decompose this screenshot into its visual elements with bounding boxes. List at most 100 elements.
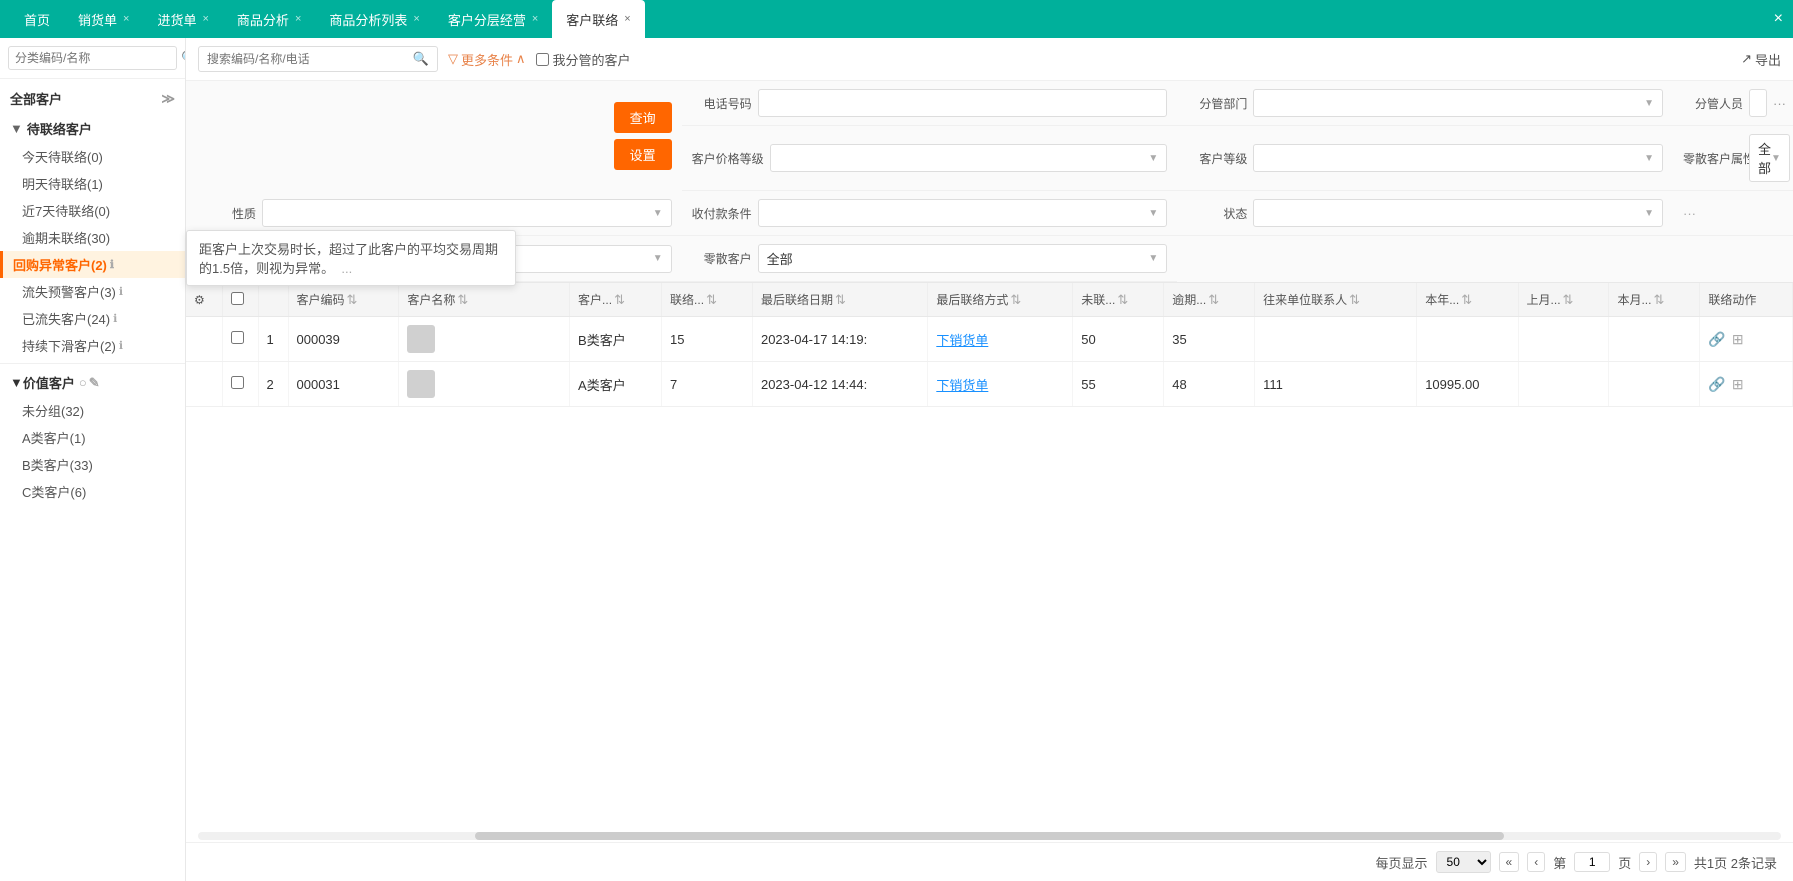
scatter-attr-select[interactable]: 全部 ▼ [1749,134,1790,182]
filter-dots-row: ··· [1673,191,1793,236]
customer-grade-select[interactable]: ▼ [1253,144,1663,172]
payment-select[interactable]: ▼ [758,199,1168,227]
col-this-month[interactable]: 本月...⇅ [1609,283,1700,317]
close-product-list-tab[interactable]: × [413,13,419,25]
nav-home[interactable]: 首页 [10,0,64,38]
expand-more-icon[interactable]: ··· [1683,206,1696,221]
col-history-contacts[interactable]: 往来单位联系人⇅ [1255,283,1417,317]
declining-info-icon[interactable]: ℹ [119,339,123,352]
col-uncontacted[interactable]: 未联...⇅ [1073,283,1164,317]
sidebar-pending-group[interactable]: ▼ 待联络客户 [0,114,185,143]
sidebar: 🔍 全部客户 ≫ ▼ 待联络客户 今天待联络(0) 明天待联络(1) 近7天待联… [0,38,186,881]
cell-actions-2: 🔗 ⊞ [1700,362,1793,407]
sidebar-item-abnormal[interactable]: 回购异常客户(2) ℹ [0,251,185,278]
nav-product-list[interactable]: 商品分析列表 × [315,0,433,38]
sidebar-item-7days[interactable]: 近7天待联络(0) [0,197,185,224]
next-page-btn[interactable]: › [1639,852,1657,872]
sidebar-item-loss-warning[interactable]: 流失预警客户(3) ℹ [0,278,185,305]
table-horizontal-scrollbar[interactable] [198,832,1781,840]
col-code[interactable]: 客户编码⇅ [288,283,399,317]
manager-dots[interactable]: ··· [1773,96,1786,111]
col-contact-count[interactable]: 联络...⇅ [662,283,753,317]
top-nav: 首页 销货单 × 进货单 × 商品分析 × 商品分析列表 × 客户分层经营 × … [0,0,1793,38]
export-button[interactable]: ↗ 导出 [1741,50,1781,69]
col-last-contact-date[interactable]: 最后联络日期⇅ [752,283,927,317]
sidebar-item-today[interactable]: 今天待联络(0) [0,143,185,170]
sidebar-item-c-class[interactable]: C类客户(6) [0,478,185,505]
page-number-input[interactable] [1574,852,1610,872]
scatter-customer-select[interactable]: 全部 ▼ [758,244,1168,273]
action-grid-icon-1[interactable]: ⊞ [1732,331,1744,348]
nav-customer-layer[interactable]: 客户分层经营 × [434,0,552,38]
manager-select[interactable] [1749,89,1767,117]
abnormal-info-icon[interactable]: ℹ [110,258,114,271]
col-last-contact-method[interactable]: 最后联络方式⇅ [928,283,1073,317]
table-body: 1 000039 B类客户 [186,317,1793,407]
close-customer-contact-tab[interactable]: × [624,13,630,25]
cell-history-1 [1255,317,1417,362]
action-link-icon-1[interactable]: 🔗 [1708,331,1725,348]
row-checkbox-1[interactable] [231,331,244,344]
sidebar-search-input[interactable] [8,46,177,70]
settings-button[interactable]: 设置 [614,139,672,170]
nav-purchase[interactable]: 进货单 × [143,0,222,38]
close-sales-tab[interactable]: × [123,13,129,25]
sidebar-item-lost[interactable]: 已流失客户(24) ℹ [0,305,185,332]
nature-select[interactable]: ▼ [262,199,672,227]
sidebar-item-ungrouped[interactable]: 未分组(32) [0,397,185,424]
sidebar-item-a-class[interactable]: A类客户(1) [0,424,185,451]
value-customers-circle-icon[interactable]: ○ [79,375,87,390]
lost-info-icon[interactable]: ℹ [113,312,117,325]
col-settings[interactable]: ⚙ [186,283,222,317]
price-grade-select[interactable]: ▼ [770,144,1168,172]
value-customers-edit-icon[interactable]: ✎ [89,375,100,391]
nav-sales[interactable]: 销货单 × [64,0,143,38]
select-all-checkbox[interactable] [231,292,244,305]
action-link-icon-2[interactable]: 🔗 [1708,376,1725,393]
col-overdue[interactable]: 逾期...⇅ [1164,283,1255,317]
col-name[interactable]: 客户名称⇅ [399,283,570,317]
close-customer-layer-tab[interactable]: × [532,13,538,25]
sidebar-content: 全部客户 ≫ ▼ 待联络客户 今天待联络(0) 明天待联络(1) 近7天待联络(… [0,79,185,881]
more-conditions-btn[interactable]: ▽ 更多条件 ∧ [448,50,526,69]
table-header: ⚙ 客户编码⇅ 客户名称⇅ 客户...⇅ 联络...⇅ 最后联络日期⇅ 最后联络… [186,283,1793,317]
query-button[interactable]: 查询 [614,102,672,133]
my-customers-checkbox[interactable] [536,53,549,66]
loss-warning-info-icon[interactable]: ℹ [119,285,123,298]
col-category[interactable]: 客户...⇅ [570,283,662,317]
sidebar-value-customers[interactable]: ▼ 价值客户 ○ ✎ [0,368,185,397]
row-checkbox-2[interactable] [231,376,244,389]
col-last-month[interactable]: 上月...⇅ [1518,283,1609,317]
tooltip-box: 距客户上次交易时长，超过了此客户的平均交易周期的1.5倍，则视为异常。 ... [186,230,516,286]
cell-last-method-2: 下销货单 [928,362,1073,407]
sidebar-collapse-icon[interactable]: ≫ [161,91,175,107]
first-page-btn[interactable]: « [1499,852,1520,872]
filter-search-icon[interactable]: 🔍 [413,51,429,67]
close-all-tabs[interactable]: × [1774,10,1783,28]
more-conditions-chevron: ∧ [516,51,526,67]
col-this-year[interactable]: 本年...⇅ [1417,283,1518,317]
action-grid-icon-2[interactable]: ⊞ [1732,376,1744,393]
close-purchase-tab[interactable]: × [202,13,208,25]
nav-product-analysis[interactable]: 商品分析 × [223,0,315,38]
sidebar-all-customers[interactable]: 全部客户 ≫ [0,83,185,114]
filter-customer-grade: 客户等级 ▼ [1177,126,1673,191]
sidebar-item-tomorrow[interactable]: 明天待联络(1) [0,170,185,197]
filter-search-input[interactable] [207,52,409,66]
dept-select[interactable]: ▼ [1253,89,1663,117]
page-size-select[interactable]: 50 20 100 [1436,851,1491,873]
cell-name-2 [399,362,570,407]
sidebar-item-b-class[interactable]: B类客户(33) [0,451,185,478]
cell-lastmonth-2 [1518,362,1609,407]
nav-customer-contact[interactable]: 客户联络 × [552,0,644,38]
close-product-analysis-tab[interactable]: × [295,13,301,25]
status-select[interactable]: ▼ [1253,199,1663,227]
last-page-btn[interactable]: » [1665,852,1686,872]
prev-page-btn[interactable]: ‹ [1527,852,1545,872]
sidebar-item-declining[interactable]: 持续下滑客户(2) ℹ [0,332,185,359]
scrollbar-thumb[interactable] [475,832,1504,840]
sidebar-item-overdue[interactable]: 逾期未联络(30) [0,224,185,251]
cell-settings-1 [186,317,222,362]
phone-input[interactable] [758,89,1168,117]
data-table: ⚙ 客户编码⇅ 客户名称⇅ 客户...⇅ 联络...⇅ 最后联络日期⇅ 最后联络… [186,283,1793,407]
